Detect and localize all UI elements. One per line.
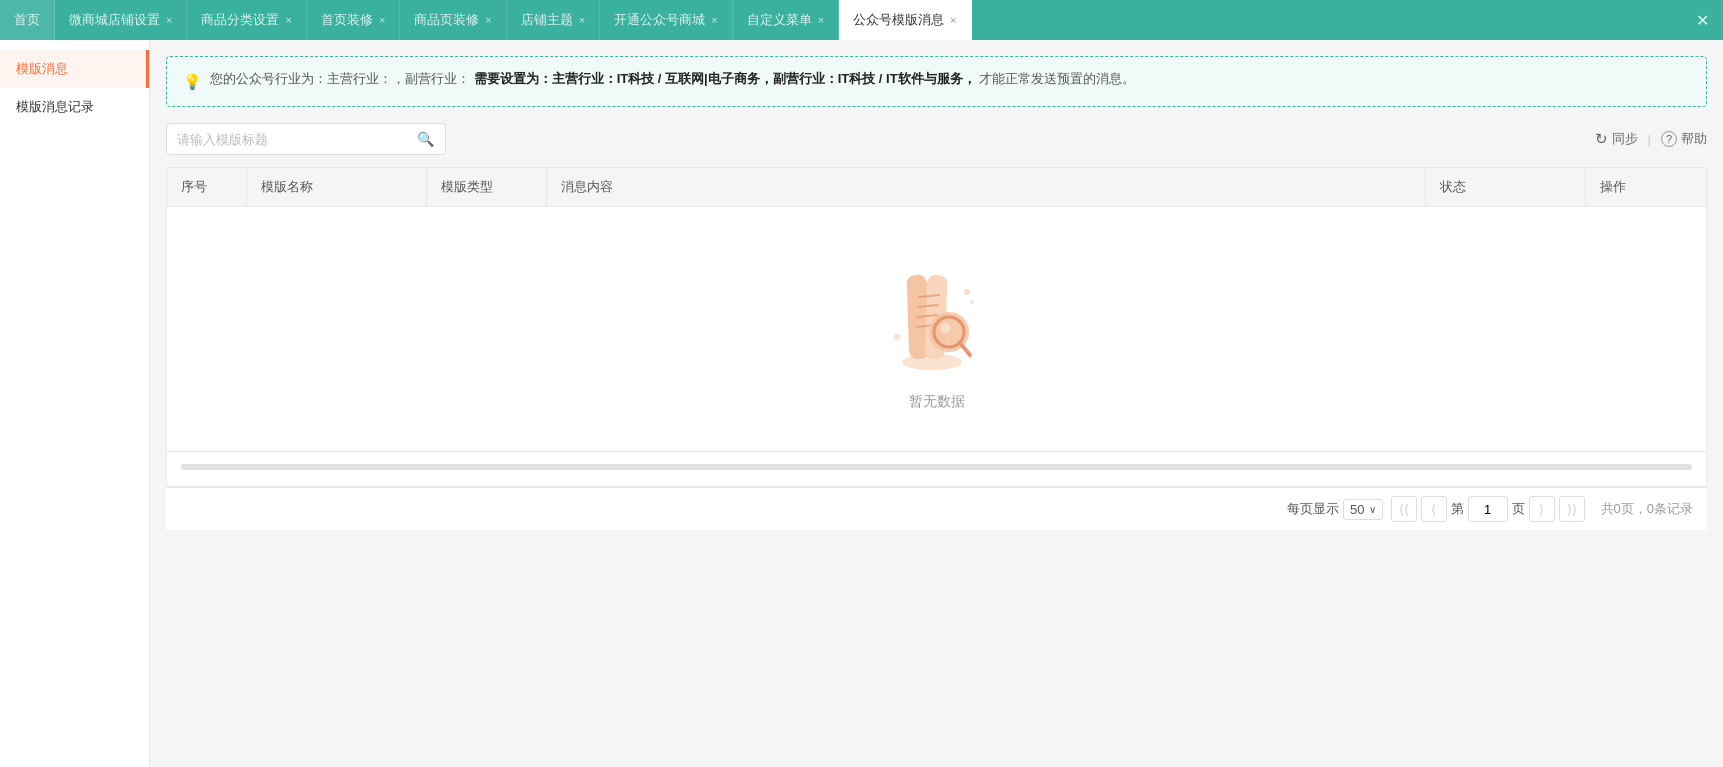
search-input-wrap: 🔍	[166, 123, 446, 155]
th-action: 操作	[1586, 168, 1706, 206]
sidebar: 模版消息 模版消息记录	[0, 40, 150, 767]
tab-open-shop-close[interactable]: ×	[711, 14, 717, 26]
page-label-after: 页	[1512, 500, 1525, 518]
next-page-icon: ⟩	[1539, 502, 1544, 517]
sidebar-item-template-record[interactable]: 模版消息记录	[0, 88, 149, 126]
prev-page-icon: ⟨	[1431, 502, 1436, 517]
tab-shop-theme[interactable]: 店铺主题 ×	[507, 0, 600, 40]
sidebar-template-msg-label: 模版消息	[16, 61, 68, 76]
sync-label: 同步	[1612, 130, 1638, 148]
tab-bar-close-all[interactable]: ✕	[1682, 11, 1723, 30]
notice-box: 💡 您的公众号行业为：主营行业：，副营行业： 需要设置为：主营行业：IT科技 /…	[166, 56, 1707, 107]
th-content: 消息内容	[547, 168, 1426, 206]
th-type: 模版类型	[427, 168, 547, 206]
empty-illustration	[877, 267, 997, 377]
svg-point-11	[894, 334, 900, 340]
tab-shop-theme-label: 店铺主题	[521, 11, 573, 29]
notice-text: 您的公众号行业为：主营行业：，副营行业： 需要设置为：主营行业：IT科技 / 互…	[210, 69, 1135, 90]
tab-home-label: 首页	[14, 11, 40, 29]
data-table: 序号 模版名称 模版类型 消息内容 状态 操作	[166, 167, 1707, 487]
svg-point-8	[940, 323, 950, 333]
page-label-before: 第	[1451, 500, 1464, 518]
page-size-dropdown[interactable]: 50 ∨	[1343, 499, 1382, 520]
th-name: 模版名称	[247, 168, 427, 206]
horizontal-scrollbar[interactable]	[181, 464, 1692, 470]
page-size-value: 50	[1350, 502, 1364, 517]
empty-text: 暂无数据	[909, 393, 965, 411]
notice-highlight: 需要设置为：主营行业：IT科技 / 互联网|电子商务，副营行业：IT科技 / I…	[474, 71, 976, 86]
help-label: 帮助	[1681, 130, 1707, 148]
toolbar-divider: |	[1648, 132, 1651, 147]
search-input[interactable]	[177, 132, 417, 147]
help-icon: ?	[1661, 131, 1677, 147]
help-button[interactable]: ? 帮助	[1661, 130, 1707, 148]
tab-custom-menu-label: 自定义菜单	[747, 11, 812, 29]
sidebar-item-template-msg[interactable]: 模版消息	[0, 50, 149, 88]
tab-product-decor[interactable]: 商品页装修 ×	[400, 0, 506, 40]
tab-home[interactable]: 首页	[0, 0, 55, 40]
svg-point-10	[970, 300, 974, 304]
tab-template-msg[interactable]: 公众号模版消息 ×	[839, 0, 971, 40]
table-header: 序号 模版名称 模版类型 消息内容 状态 操作	[167, 168, 1706, 207]
tab-product-decor-close[interactable]: ×	[485, 14, 491, 26]
chevron-down-icon: ∨	[1369, 504, 1376, 515]
tab-open-shop-label: 开通公众号商城	[614, 11, 705, 29]
page-nav: ⟨⟨ ⟨ 第 页 ⟩ ⟩⟩	[1391, 496, 1585, 522]
th-status: 状态	[1426, 168, 1586, 206]
tab-custom-menu[interactable]: 自定义菜单 ×	[733, 0, 839, 40]
notice-icon: 💡	[183, 70, 202, 94]
tab-home-decor[interactable]: 首页装修 ×	[307, 0, 400, 40]
page-size-label: 每页显示	[1287, 500, 1339, 518]
last-page-icon: ⟩⟩	[1567, 502, 1577, 517]
page-size-select: 每页显示 50 ∨	[1287, 499, 1382, 520]
main-layout: 模版消息 模版消息记录 💡 您的公众号行业为：主营行业：，副营行业： 需要设置为…	[0, 40, 1723, 767]
current-page-input[interactable]	[1468, 496, 1508, 522]
pagination: 每页显示 50 ∨ ⟨⟨ ⟨ 第 页 ⟩	[166, 487, 1707, 530]
tab-weshop-settings[interactable]: 微商城店铺设置 ×	[55, 0, 187, 40]
total-info: 共0页，0条记录	[1601, 500, 1693, 518]
tab-open-shop[interactable]: 开通公众号商城 ×	[600, 0, 732, 40]
next-page-button[interactable]: ⟩	[1529, 496, 1555, 522]
tab-custom-menu-close[interactable]: ×	[818, 14, 824, 26]
prev-page-button[interactable]: ⟨	[1421, 496, 1447, 522]
empty-state: 暂无数据	[167, 207, 1706, 451]
content-area: 💡 您的公众号行业为：主营行业：，副营行业： 需要设置为：主营行业：IT科技 /…	[150, 40, 1723, 767]
last-page-button[interactable]: ⟩⟩	[1559, 496, 1585, 522]
svg-line-7	[960, 343, 970, 355]
toolbar-right: ↻ 同步 | ? 帮助	[1595, 130, 1707, 148]
search-icon[interactable]: 🔍	[417, 131, 434, 147]
sidebar-template-record-label: 模版消息记录	[16, 99, 94, 114]
tab-shop-theme-close[interactable]: ×	[579, 14, 585, 26]
tab-home-decor-close[interactable]: ×	[379, 14, 385, 26]
tab-bar: 首页 微商城店铺设置 × 商品分类设置 × 首页装修 × 商品页装修 × 店铺主…	[0, 0, 1723, 40]
sync-icon: ↻	[1595, 130, 1608, 148]
scrollbar-area	[167, 451, 1706, 486]
th-seq: 序号	[167, 168, 247, 206]
first-page-icon: ⟨⟨	[1399, 502, 1409, 517]
tab-template-msg-label: 公众号模版消息	[853, 11, 944, 29]
tab-category-close[interactable]: ×	[285, 14, 291, 26]
tab-weshop-close[interactable]: ×	[166, 14, 172, 26]
tab-weshop-label: 微商城店铺设置	[69, 11, 160, 29]
tab-home-decor-label: 首页装修	[321, 11, 373, 29]
tab-category-settings[interactable]: 商品分类设置 ×	[187, 0, 306, 40]
sync-button[interactable]: ↻ 同步	[1595, 130, 1638, 148]
search-bar: 🔍 ↻ 同步 | ? 帮助	[166, 123, 1707, 155]
svg-point-9	[964, 289, 970, 295]
first-page-button[interactable]: ⟨⟨	[1391, 496, 1417, 522]
tab-category-label: 商品分类设置	[201, 11, 279, 29]
tab-template-msg-close[interactable]: ×	[950, 14, 956, 26]
tab-product-decor-label: 商品页装修	[414, 11, 479, 29]
